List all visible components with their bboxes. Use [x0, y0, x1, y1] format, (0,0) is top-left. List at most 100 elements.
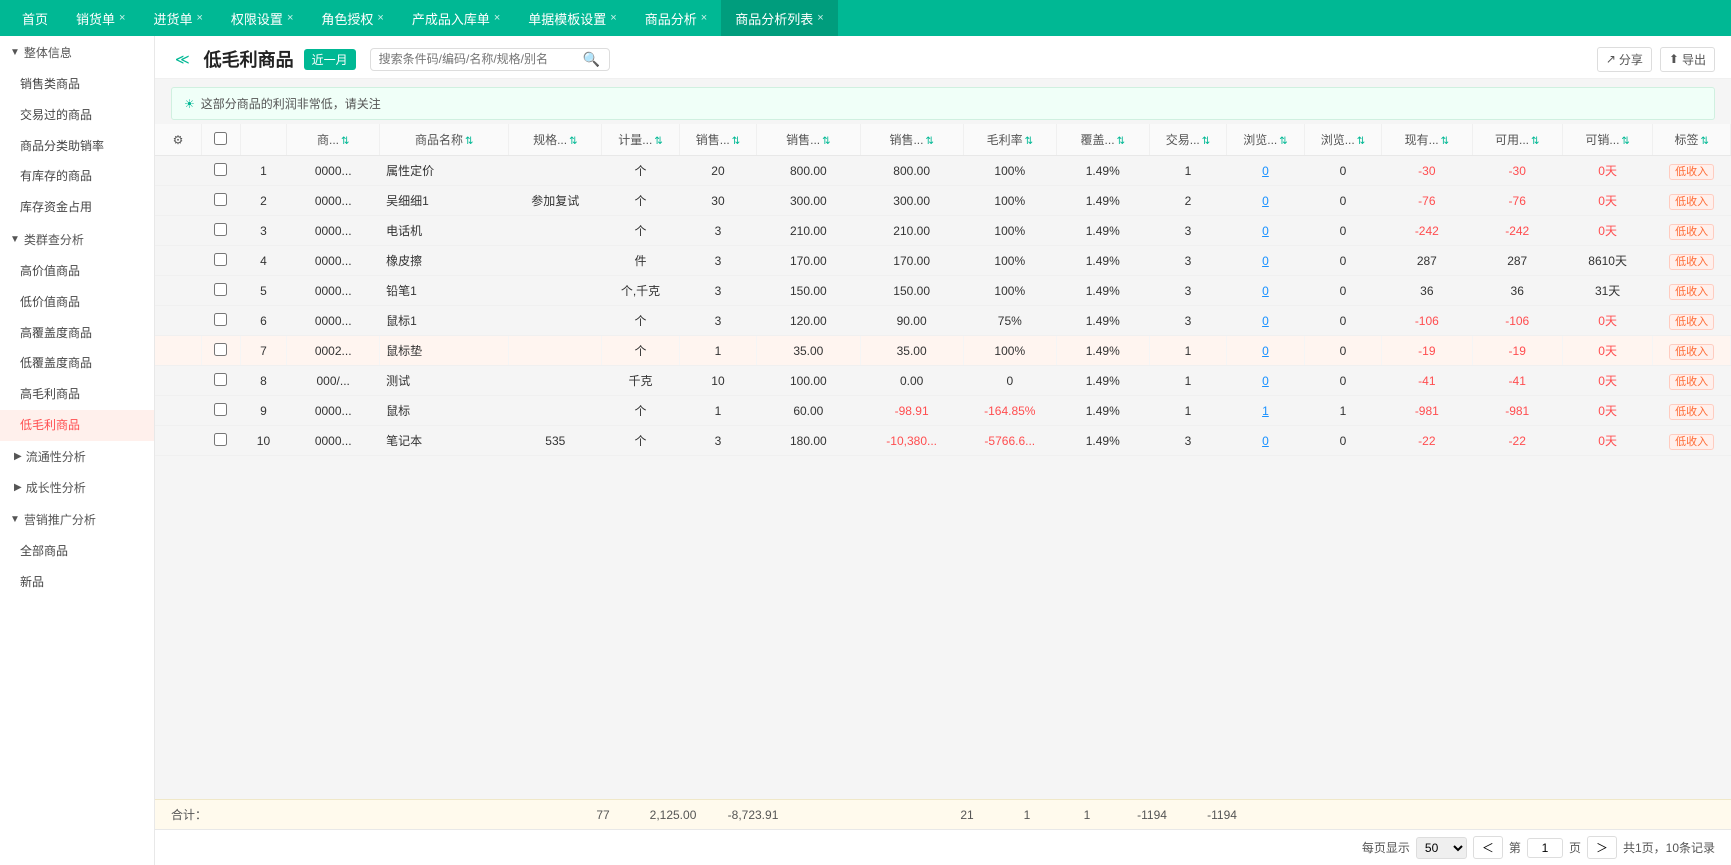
td-check[interactable] — [201, 276, 240, 306]
row-checkbox[interactable] — [214, 313, 227, 326]
share-button[interactable]: ↗ 分享 — [1597, 47, 1652, 72]
search-icon[interactable]: 🔍 — [583, 51, 600, 68]
nav-sales[interactable]: 销货单 × — [62, 0, 139, 36]
time-tag-button[interactable]: 近一月 — [304, 49, 356, 70]
page-size-select[interactable]: 50 20 100 — [1416, 837, 1467, 859]
row-checkbox[interactable] — [214, 193, 227, 206]
td-browse1[interactable]: 0 — [1227, 156, 1304, 186]
td-browse1[interactable]: 0 — [1227, 186, 1304, 216]
nav-analysis-list-close[interactable]: × — [817, 12, 823, 24]
td-check[interactable] — [201, 396, 240, 426]
browse-link[interactable]: 0 — [1262, 224, 1269, 238]
sidebar-item-category-rate[interactable]: 商品分类助销率 — [0, 131, 154, 162]
td-browse1[interactable]: 0 — [1227, 216, 1304, 246]
td-browse1[interactable]: 0 — [1227, 366, 1304, 396]
browse-link[interactable]: 0 — [1262, 194, 1269, 208]
th-check[interactable] — [201, 124, 240, 156]
sidebar-section-liquidity-title[interactable]: ▶ 流通性分析 — [0, 441, 154, 472]
nav-roles-close[interactable]: × — [377, 12, 383, 24]
browse-link[interactable]: 0 — [1262, 344, 1269, 358]
nav-product-entry[interactable]: 产成品入库单 × — [398, 0, 514, 36]
export-button[interactable]: ⬆ 导出 — [1660, 47, 1715, 72]
row-checkbox[interactable] — [214, 433, 227, 446]
th-spec[interactable]: 规格...⇅ — [509, 124, 602, 156]
th-browse2[interactable]: 浏览...⇅ — [1304, 124, 1381, 156]
nav-template[interactable]: 单据模板设置 × — [514, 0, 630, 36]
collapse-sidebar-button[interactable]: ≪ — [171, 47, 194, 72]
nav-analysis-list[interactable]: 商品分析列表 × — [721, 0, 837, 36]
sidebar-item-high-coverage[interactable]: 高覆盖度商品 — [0, 318, 154, 349]
th-trade[interactable]: 交易...⇅ — [1149, 124, 1226, 156]
td-check[interactable] — [201, 186, 240, 216]
nav-analysis[interactable]: 商品分析 × — [631, 0, 721, 36]
th-avail[interactable]: 可用...⇅ — [1472, 124, 1562, 156]
sidebar-item-in-stock[interactable]: 有库存的商品 — [0, 161, 154, 192]
td-browse1[interactable]: 0 — [1227, 246, 1304, 276]
page-number-input[interactable] — [1527, 838, 1563, 858]
th-cover[interactable]: 覆盖...⇅ — [1056, 124, 1149, 156]
sidebar-section-cluster-title[interactable]: ▼ 类群查分析 — [0, 223, 154, 256]
sidebar-item-new-goods[interactable]: 新品 — [0, 567, 154, 598]
th-unit[interactable]: 计量...⇅ — [602, 124, 679, 156]
row-checkbox[interactable] — [214, 253, 227, 266]
sidebar-item-high-margin[interactable]: 高毛利商品 — [0, 379, 154, 410]
th-stock[interactable]: 现有...⇅ — [1382, 124, 1472, 156]
td-check[interactable] — [201, 156, 240, 186]
browse-link[interactable]: 0 — [1262, 164, 1269, 178]
nav-permissions[interactable]: 权限设置 × — [217, 0, 307, 36]
td-browse1[interactable]: 0 — [1227, 426, 1304, 456]
th-sale-profit[interactable]: 销售...⇅ — [860, 124, 963, 156]
prev-page-button[interactable]: ＜ — [1473, 836, 1503, 859]
td-check[interactable] — [201, 216, 240, 246]
th-margin[interactable]: 毛利率⇅ — [963, 124, 1056, 156]
sidebar-section-marketing-title[interactable]: ▼ 营销推广分析 — [0, 503, 154, 536]
sidebar-section-growth-title[interactable]: ▶ 成长性分析 — [0, 472, 154, 503]
nav-template-close[interactable]: × — [610, 12, 616, 24]
sidebar-item-sales-goods[interactable]: 销售类商品 — [0, 69, 154, 100]
row-checkbox[interactable] — [214, 403, 227, 416]
th-sale-qty[interactable]: 销售...⇅ — [679, 124, 756, 156]
row-checkbox[interactable] — [214, 283, 227, 296]
sidebar-item-high-value[interactable]: 高价值商品 — [0, 256, 154, 287]
browse-link[interactable]: 0 — [1262, 284, 1269, 298]
td-browse1[interactable]: 0 — [1227, 306, 1304, 336]
nav-sales-close[interactable]: × — [119, 12, 125, 24]
table-wrapper[interactable]: ⚙ 商...⇅ 商品名称⇅ 规格...⇅ 计量...⇅ 销售...⇅ 销售...… — [155, 124, 1731, 799]
browse-link[interactable]: 0 — [1262, 314, 1269, 328]
row-checkbox[interactable] — [214, 343, 227, 356]
td-check[interactable] — [201, 366, 240, 396]
sidebar-item-traded-goods[interactable]: 交易过的商品 — [0, 100, 154, 131]
th-sale-amt[interactable]: 销售...⇅ — [757, 124, 860, 156]
browse-link[interactable]: 0 — [1262, 434, 1269, 448]
sidebar-item-low-value[interactable]: 低价值商品 — [0, 287, 154, 318]
row-checkbox[interactable] — [214, 163, 227, 176]
nav-purchase-close[interactable]: × — [196, 12, 202, 24]
sidebar-item-all-goods[interactable]: 全部商品 — [0, 536, 154, 567]
td-browse1[interactable]: 1 — [1227, 396, 1304, 426]
nav-permissions-close[interactable]: × — [287, 12, 293, 24]
browse-link[interactable]: 0 — [1262, 254, 1269, 268]
td-browse1[interactable]: 0 — [1227, 336, 1304, 366]
th-browse1[interactable]: 浏览...⇅ — [1227, 124, 1304, 156]
th-code[interactable]: 商...⇅ — [287, 124, 380, 156]
nav-roles[interactable]: 角色授权 × — [307, 0, 397, 36]
sidebar-item-low-coverage[interactable]: 低覆盖度商品 — [0, 348, 154, 379]
th-saledays[interactable]: 可销...⇅ — [1562, 124, 1652, 156]
td-browse1[interactable]: 0 — [1227, 276, 1304, 306]
th-tag[interactable]: 标签⇅ — [1653, 124, 1731, 156]
th-name[interactable]: 商品名称⇅ — [380, 124, 509, 156]
td-check[interactable] — [201, 336, 240, 366]
td-check[interactable] — [201, 426, 240, 456]
sidebar-section-overall-title[interactable]: ▼ 整体信息 — [0, 36, 154, 69]
row-checkbox[interactable] — [214, 223, 227, 236]
browse-link[interactable]: 0 — [1262, 374, 1269, 388]
sidebar-item-capital[interactable]: 库存资金占用 — [0, 192, 154, 223]
select-all-checkbox[interactable] — [214, 132, 227, 145]
sidebar-item-low-margin[interactable]: 低毛利商品 — [0, 410, 154, 441]
row-checkbox[interactable] — [214, 373, 227, 386]
search-input[interactable] — [379, 52, 579, 66]
next-page-button[interactable]: ＞ — [1587, 836, 1617, 859]
nav-analysis-close[interactable]: × — [701, 12, 707, 24]
nav-product-entry-close[interactable]: × — [494, 12, 500, 24]
nav-home[interactable]: 首页 — [8, 0, 62, 36]
